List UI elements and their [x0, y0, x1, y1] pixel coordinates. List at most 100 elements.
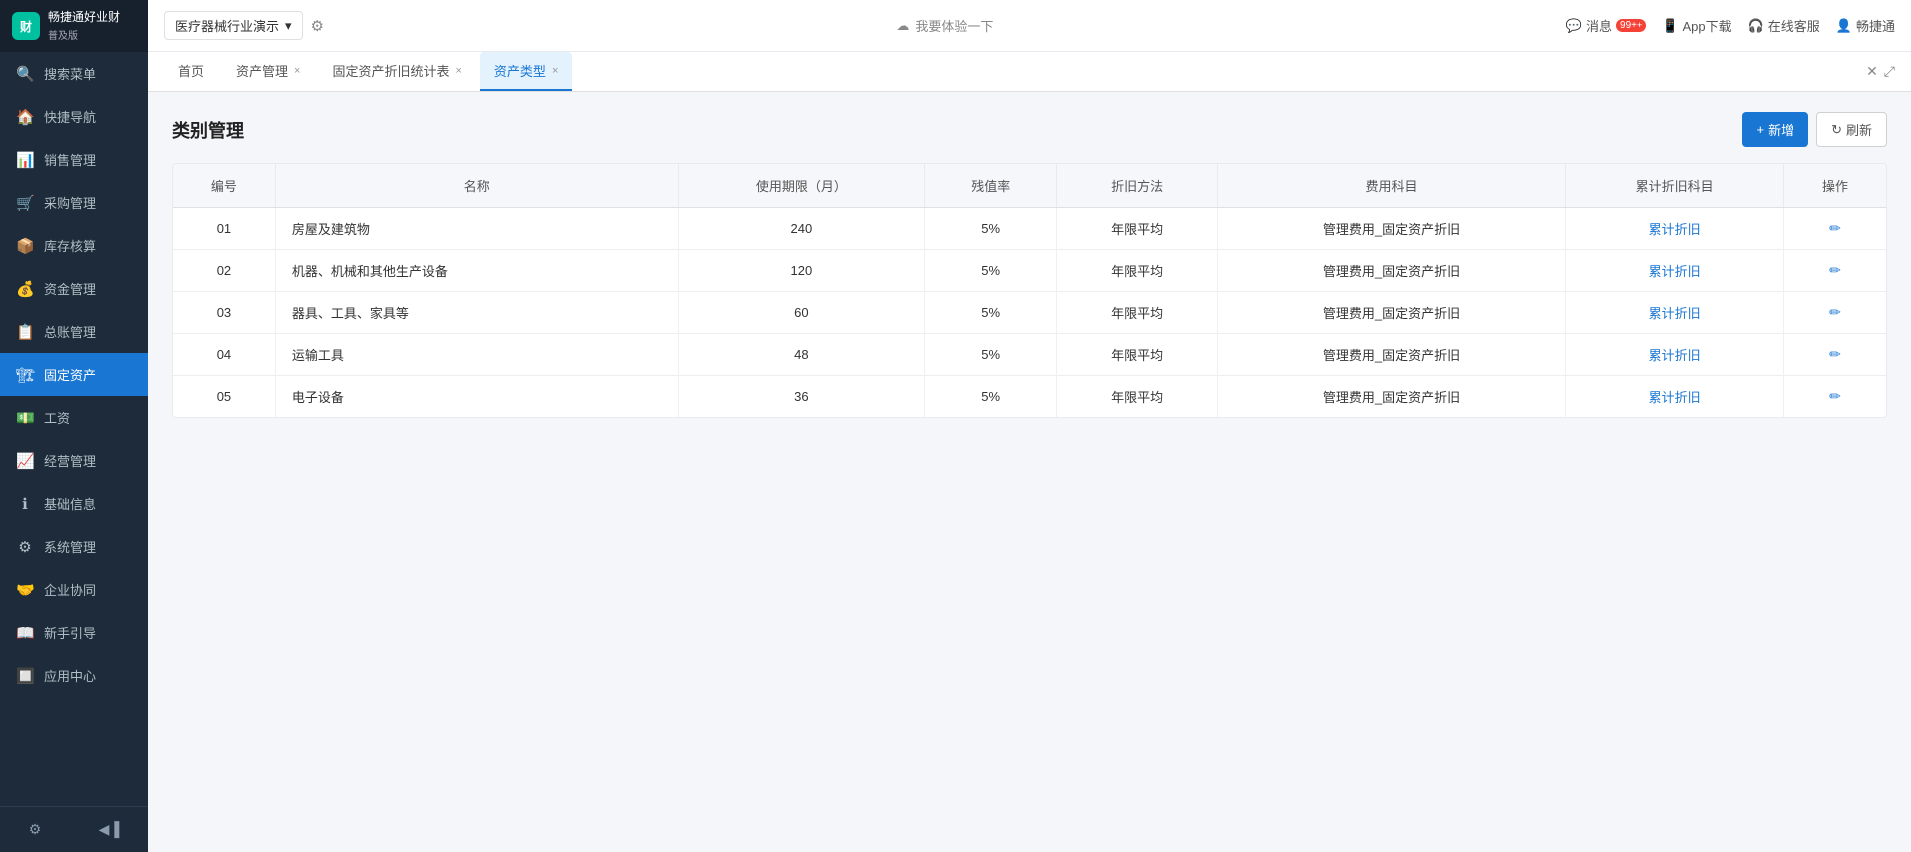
edit-icon[interactable]: ✏ [1829, 262, 1841, 278]
sidebar-item-purchase[interactable]: 🛒 采购管理 [0, 181, 148, 224]
company-settings-icon[interactable]: ⚙ [311, 17, 324, 35]
tab-asset-management[interactable]: 资产管理 × [222, 52, 314, 91]
cell-expense: 管理费用_固定资产折旧 [1217, 334, 1565, 376]
app-name: 畅捷通好业财 [48, 10, 120, 26]
tab-close-icon[interactable]: × [552, 65, 558, 77]
cell-id: 02 [173, 250, 275, 292]
refresh-button[interactable]: ↻ 刷新 [1816, 112, 1887, 147]
cell-residual: 5% [925, 376, 1057, 418]
cell-period: 120 [678, 250, 925, 292]
top-header: 医疗器械行业演示 ▾ ⚙ ☁ 我要体验一下 💬 消息 99++ 📱 App下载 … [148, 0, 1911, 52]
tab-home[interactable]: 首页 [164, 52, 218, 91]
col-method: 折旧方法 [1057, 164, 1218, 208]
edit-icon[interactable]: ✏ [1829, 304, 1841, 320]
sidebar-bottom: ⚙ ◀▐ [0, 806, 148, 852]
cloud-icon: ☁ [896, 18, 909, 34]
tabs-window-actions: ✕ ⤢ [1866, 63, 1895, 80]
info-icon: ℹ [16, 495, 34, 513]
table-row: 02 机器、机械和其他生产设备 120 5% 年限平均 管理费用_固定资产折旧 … [173, 250, 1886, 292]
user-action[interactable]: 👤 畅捷通 [1836, 16, 1895, 35]
cell-name: 电子设备 [275, 376, 678, 418]
plus-icon: + [1756, 122, 1764, 137]
message-icon: 💬 [1566, 18, 1582, 34]
cell-edit[interactable]: ✏ [1784, 250, 1886, 292]
cell-expense: 管理费用_固定资产折旧 [1217, 208, 1565, 250]
operations-icon: 📈 [16, 452, 34, 470]
box-icon: 📦 [16, 237, 34, 255]
cell-method: 年限平均 [1057, 292, 1218, 334]
header-left: 医疗器械行业演示 ▾ ⚙ [164, 11, 324, 40]
sidebar-item-label: 搜索菜单 [44, 64, 96, 83]
sidebar-item-sales[interactable]: 📊 销售管理 [0, 138, 148, 181]
expand-window-icon[interactable]: ⤢ [1884, 63, 1895, 80]
sidebar-item-label: 新手引导 [44, 623, 96, 642]
logo-text: 畅捷通好业财 普及版 [48, 10, 120, 42]
customer-service-action[interactable]: 🎧 在线客服 [1748, 16, 1820, 35]
table-row: 05 电子设备 36 5% 年限平均 管理费用_固定资产折旧 累计折旧 ✏ [173, 376, 1886, 418]
cell-accumulated: 累计折旧 [1566, 292, 1784, 334]
cell-edit[interactable]: ✏ [1784, 334, 1886, 376]
app-download-action[interactable]: 📱 App下载 [1662, 16, 1731, 35]
cell-edit[interactable]: ✏ [1784, 208, 1886, 250]
company-selector[interactable]: 医疗器械行业演示 ▾ [164, 11, 303, 40]
cell-expense: 管理费用_固定资产折旧 [1217, 376, 1565, 418]
sidebar-item-system[interactable]: ⚙ 系统管理 [0, 525, 148, 568]
cell-method: 年限平均 [1057, 250, 1218, 292]
close-window-icon[interactable]: ✕ [1866, 63, 1878, 80]
sidebar-item-quick-nav[interactable]: 🏠 快捷导航 [0, 95, 148, 138]
sidebar-item-search[interactable]: 🔍 搜索菜单 [0, 52, 148, 95]
settings-icon[interactable]: ⚙ [23, 815, 48, 844]
app-download-label: App下载 [1682, 16, 1731, 35]
tab-label: 固定资产折旧统计表 [332, 61, 449, 80]
cell-period: 60 [678, 292, 925, 334]
customer-service-icon: 🎧 [1748, 18, 1764, 34]
tab-asset-type[interactable]: 资产类型 × [480, 52, 572, 91]
sidebar-item-label: 基础信息 [44, 494, 96, 513]
sidebar-item-label: 总账管理 [44, 322, 96, 341]
cell-edit[interactable]: ✏ [1784, 292, 1886, 334]
cell-edit[interactable]: ✏ [1784, 376, 1886, 418]
col-actions: 操作 [1784, 164, 1886, 208]
sidebar-item-basic-info[interactable]: ℹ 基础信息 [0, 482, 148, 525]
experience-label: 我要体验一下 [915, 16, 993, 35]
header-center[interactable]: ☁ 我要体验一下 [896, 16, 993, 35]
customer-service-label: 在线客服 [1768, 16, 1820, 35]
tab-close-icon[interactable]: × [294, 65, 300, 77]
ledger-icon: 📋 [16, 323, 34, 341]
new-button[interactable]: + 新增 [1742, 112, 1808, 147]
cell-method: 年限平均 [1057, 334, 1218, 376]
table-row: 04 运输工具 48 5% 年限平均 管理费用_固定资产折旧 累计折旧 ✏ [173, 334, 1886, 376]
tab-label: 资产管理 [236, 61, 288, 80]
collapse-icon[interactable]: ◀▐ [93, 815, 126, 844]
sidebar-item-app-center[interactable]: 🔲 应用中心 [0, 654, 148, 697]
sidebar-item-cooperation[interactable]: 🤝 企业协同 [0, 568, 148, 611]
sidebar-item-guide[interactable]: 📖 新手引导 [0, 611, 148, 654]
cell-residual: 5% [925, 208, 1057, 250]
sidebar-item-inventory[interactable]: 📦 库存核算 [0, 224, 148, 267]
cell-accumulated: 累计折旧 [1566, 376, 1784, 418]
edit-icon[interactable]: ✏ [1829, 346, 1841, 362]
sidebar-nav: 🔍 搜索菜单 🏠 快捷导航 📊 销售管理 🛒 采购管理 📦 库存核算 💰 资金管… [0, 52, 148, 806]
sidebar-item-operations[interactable]: 📈 经营管理 [0, 439, 148, 482]
tab-depreciation-table[interactable]: 固定资产折旧统计表 × [318, 52, 475, 91]
col-residual: 残值率 [925, 164, 1057, 208]
app-logo: 财 畅捷通好业财 普及版 [0, 0, 148, 52]
tab-close-icon[interactable]: × [455, 65, 461, 77]
sidebar-item-fixed-assets[interactable]: 🏗 固定资产 [0, 353, 148, 396]
sidebar-item-finance[interactable]: 💰 资金管理 [0, 267, 148, 310]
col-name: 名称 [275, 164, 678, 208]
sidebar: 财 畅捷通好业财 普及版 🔍 搜索菜单 🏠 快捷导航 📊 销售管理 🛒 采购管理… [0, 0, 148, 852]
sidebar-item-salary[interactable]: 💵 工资 [0, 396, 148, 439]
sidebar-item-ledger[interactable]: 📋 总账管理 [0, 310, 148, 353]
logo-icon: 财 [12, 12, 40, 40]
chart-icon: 📊 [16, 151, 34, 169]
table-container: 编号 名称 使用期限（月） 残值率 折旧方法 费用科目 累计折旧科目 操作 01… [172, 163, 1887, 418]
sidebar-item-label: 固定资产 [44, 365, 96, 384]
page-title: 类别管理 [172, 117, 244, 143]
refresh-icon: ↻ [1831, 122, 1842, 138]
edit-icon[interactable]: ✏ [1829, 220, 1841, 236]
edit-icon[interactable]: ✏ [1829, 388, 1841, 404]
content-header: 类别管理 + 新增 ↻ 刷新 [172, 112, 1887, 147]
content-actions: + 新增 ↻ 刷新 [1742, 112, 1887, 147]
messages-action[interactable]: 💬 消息 99++ [1566, 16, 1646, 35]
